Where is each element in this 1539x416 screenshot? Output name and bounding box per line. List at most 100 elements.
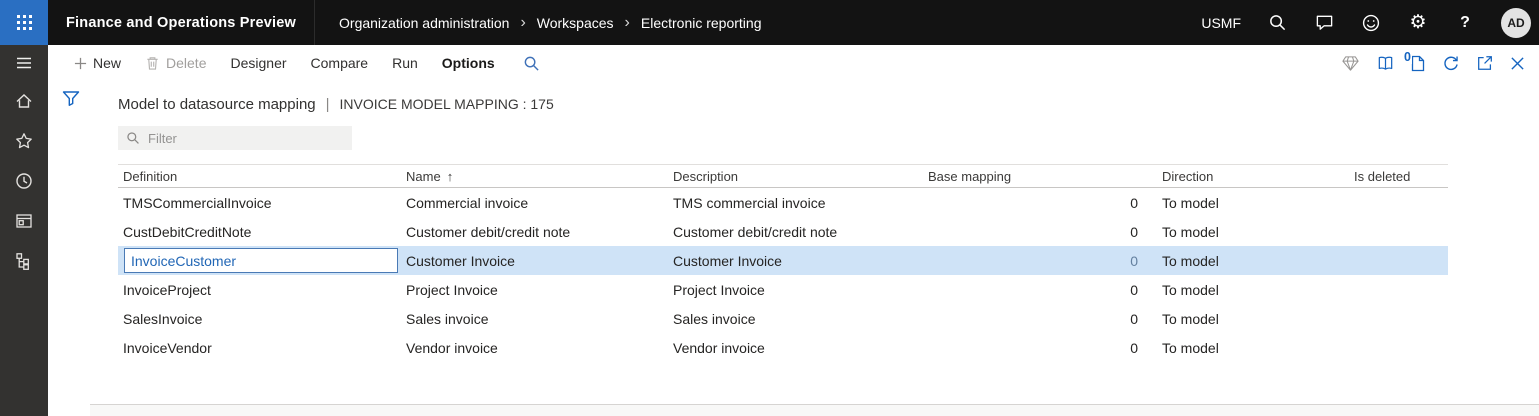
cell-name[interactable]: Project Invoice xyxy=(398,282,665,298)
cell-name[interactable]: Vendor invoice xyxy=(398,340,665,356)
cell-base-mapping[interactable]: 0 xyxy=(920,311,1150,327)
grid-row[interactable]: InvoiceProject Project Invoice Project I… xyxy=(118,275,1448,304)
gem-icon xyxy=(1342,55,1359,71)
cell-description[interactable]: TMS commercial invoice xyxy=(665,195,920,211)
settings-button[interactable]: ⚙ xyxy=(1407,12,1429,34)
cell-direction[interactable]: To model xyxy=(1150,195,1342,211)
title-separator: | xyxy=(325,96,330,113)
cell-direction[interactable]: To model xyxy=(1150,253,1342,269)
cell-description[interactable]: Customer Invoice xyxy=(665,253,920,269)
record-title: INVOICE MODEL MAPPING : 175 xyxy=(339,96,554,112)
cell-base-mapping[interactable]: 0 xyxy=(920,224,1150,240)
cell-name[interactable]: Sales invoice xyxy=(398,311,665,327)
compare-button[interactable]: Compare xyxy=(299,45,381,81)
column-header-definition[interactable]: Definition xyxy=(118,169,398,184)
breadcrumb-item-workspaces[interactable]: Workspaces xyxy=(537,15,614,31)
column-header-base-mapping[interactable]: Base mapping xyxy=(920,169,1150,184)
nav-home-button[interactable] xyxy=(0,81,48,121)
grid-row[interactable]: TMSCommercialInvoice Commercial invoice … xyxy=(118,188,1448,217)
hamburger-icon xyxy=(17,57,31,69)
grid-row-selected[interactable]: Customer Invoice Customer Invoice 0 To m… xyxy=(118,246,1448,275)
cell-description[interactable]: Vendor invoice xyxy=(665,340,920,356)
open-in-new-window-button[interactable] xyxy=(1476,54,1494,72)
cell-definition[interactable]: TMSCommercialInvoice xyxy=(118,195,398,211)
refresh-button[interactable] xyxy=(1441,54,1460,73)
company-picker[interactable]: USMF xyxy=(1201,15,1241,31)
popout-icon xyxy=(1478,56,1492,70)
nav-menu-button[interactable] xyxy=(0,45,48,81)
cell-definition[interactable]: InvoiceProject xyxy=(118,282,398,298)
user-avatar[interactable]: AD xyxy=(1501,7,1531,38)
breadcrumb-item-electronic-reporting[interactable]: Electronic reporting xyxy=(641,15,762,31)
mapping-grid: Definition Name ↑ Description Base mappin… xyxy=(118,164,1448,362)
messages-button[interactable] xyxy=(1313,12,1335,34)
options-button[interactable]: Options xyxy=(430,45,507,81)
search-icon xyxy=(524,56,539,71)
search-icon xyxy=(127,132,139,144)
topbar-right-cluster: USMF ⚙ ? AD xyxy=(1201,7,1539,38)
nav-favorites-button[interactable] xyxy=(0,121,48,161)
cell-direction[interactable]: To model xyxy=(1150,311,1342,327)
nav-modules-button[interactable] xyxy=(0,241,48,281)
cell-direction[interactable]: To model xyxy=(1150,224,1342,240)
star-icon xyxy=(16,133,32,149)
grid-header-row: Definition Name ↑ Description Base mappin… xyxy=(118,164,1448,188)
help-button[interactable]: ? xyxy=(1454,12,1476,34)
designer-button[interactable]: Designer xyxy=(218,45,298,81)
cell-description[interactable]: Customer debit/credit note xyxy=(665,224,920,240)
smiley-icon xyxy=(1362,14,1380,31)
chevron-right-icon: › xyxy=(624,13,630,31)
cell-base-mapping[interactable]: 0 xyxy=(920,253,1150,269)
chevron-right-icon: › xyxy=(520,13,526,31)
grid-row[interactable]: InvoiceVendor Vendor invoice Vendor invo… xyxy=(118,333,1448,362)
filter-pane-button[interactable] xyxy=(61,88,81,113)
column-header-name[interactable]: Name ↑ xyxy=(398,169,665,184)
delete-button[interactable]: Delete xyxy=(133,45,218,81)
cell-direction[interactable]: To model xyxy=(1150,282,1342,298)
cell-definition[interactable]: CustDebitCreditNote xyxy=(118,224,398,240)
refresh-icon xyxy=(1444,55,1458,70)
definition-input[interactable] xyxy=(129,251,397,270)
cell-base-mapping[interactable]: 0 xyxy=(920,340,1150,356)
run-button[interactable]: Run xyxy=(380,45,430,81)
app-launcher-button[interactable] xyxy=(0,0,48,45)
cell-name[interactable]: Customer debit/credit note xyxy=(398,224,665,240)
cell-name[interactable]: Commercial invoice xyxy=(398,195,665,211)
new-button[interactable]: New xyxy=(62,45,133,81)
grid-row[interactable]: CustDebitCreditNote Customer debit/credi… xyxy=(118,217,1448,246)
find-button[interactable] xyxy=(523,55,540,72)
clock-icon xyxy=(16,173,32,189)
grid-row[interactable]: SalesInvoice Sales invoice Sales invoice… xyxy=(118,304,1448,333)
action-pane-system-buttons: 0 xyxy=(1341,50,1539,73)
attachments-count-badge: 0 xyxy=(1403,49,1412,65)
close-button[interactable] xyxy=(1510,56,1525,71)
cell-definition[interactable]: SalesInvoice xyxy=(118,311,398,327)
nav-recent-button[interactable] xyxy=(0,161,48,201)
feedback-button[interactable] xyxy=(1360,12,1382,34)
cell-definition[interactable]: InvoiceVendor xyxy=(118,340,398,356)
page-title: Model to datasource mapping xyxy=(118,96,316,113)
grid-filter-box xyxy=(118,126,352,150)
page-content: Model to datasource mapping | INVOICE MO… xyxy=(48,81,1539,416)
filter-input[interactable] xyxy=(146,129,344,147)
delete-button-label: Delete xyxy=(166,55,207,71)
personalize-button[interactable] xyxy=(1341,54,1360,73)
cell-description[interactable]: Sales invoice xyxy=(665,311,920,327)
topbar-divider xyxy=(314,0,316,45)
column-header-direction[interactable]: Direction xyxy=(1150,169,1342,184)
breadcrumb-item-organization-administration[interactable]: Organization administration xyxy=(339,15,509,31)
funnel-icon xyxy=(62,91,80,106)
cell-direction[interactable]: To model xyxy=(1150,340,1342,356)
reading-pane-button[interactable] xyxy=(1376,54,1395,73)
attachments-button[interactable]: 0 xyxy=(1403,50,1425,72)
column-header-is-deleted[interactable]: Is deleted xyxy=(1342,169,1448,184)
nav-workspaces-button[interactable] xyxy=(0,201,48,241)
app-title[interactable]: Finance and Operations Preview xyxy=(66,15,296,31)
cell-base-mapping[interactable]: 0 xyxy=(920,282,1150,298)
column-header-description[interactable]: Description xyxy=(665,169,920,184)
search-button[interactable] xyxy=(1266,12,1288,34)
cell-description[interactable]: Project Invoice xyxy=(665,282,920,298)
cell-definition-editing[interactable] xyxy=(118,248,398,273)
cell-base-mapping[interactable]: 0 xyxy=(920,195,1150,211)
cell-name[interactable]: Customer Invoice xyxy=(398,253,665,269)
